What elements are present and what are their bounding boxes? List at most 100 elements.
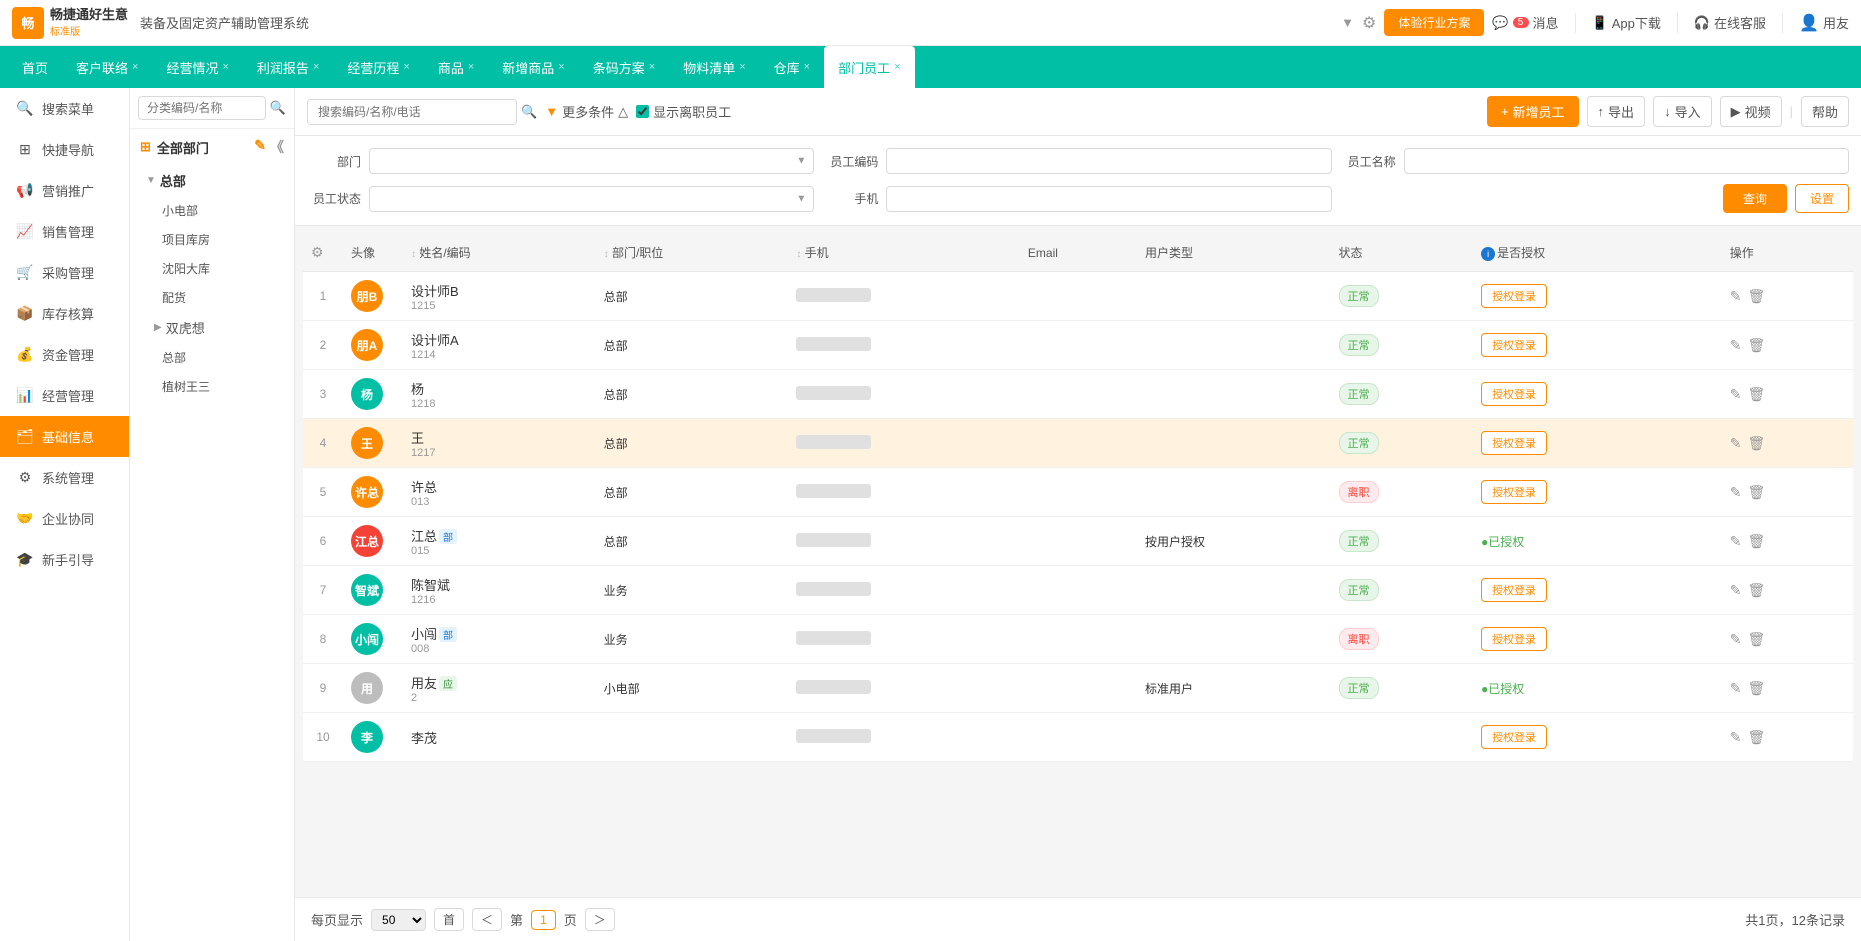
service-action[interactable]: 🎧 在线客服 (1694, 13, 1766, 32)
tab-home[interactable]: 首页 (8, 46, 62, 88)
delete-button[interactable]: 🗑 (1748, 729, 1766, 746)
delete-button[interactable]: 🗑 (1748, 435, 1766, 452)
first-page-btn[interactable]: 首 (434, 908, 464, 931)
close-icon[interactable]: × (894, 61, 900, 73)
sidebar-item-sales[interactable]: 📈 销售管理 (0, 211, 129, 252)
delete-button[interactable]: 🗑 (1748, 484, 1766, 501)
tab-profit[interactable]: 利润报告× (243, 46, 333, 88)
dept-select[interactable] (369, 148, 814, 174)
edit-button[interactable]: ✎ (1730, 484, 1742, 501)
system-dropdown-icon[interactable]: ▼ (1341, 15, 1354, 30)
edit-button[interactable]: ✎ (1730, 631, 1742, 648)
close-icon[interactable]: × (649, 61, 655, 73)
sidebar-item-search[interactable]: 🔍 搜索菜单 (0, 88, 129, 129)
dept-node-peihuo[interactable]: 配货 (130, 283, 294, 312)
tab-customer[interactable]: 客户联络× (62, 46, 152, 88)
export-button[interactable]: ↑ 导出 (1587, 96, 1646, 127)
phone-sort-icon[interactable]: ↕ (796, 249, 801, 260)
per-page-select[interactable]: 50 100 200 (371, 909, 426, 931)
sidebar-item-system[interactable]: ⚙ 系统管理 (0, 457, 129, 498)
tab-employees[interactable]: 部门员工× (824, 46, 914, 88)
search-input[interactable] (307, 99, 517, 125)
dept-header[interactable]: ⊞ 全部部门 ✎ 《 (130, 129, 294, 165)
tab-add-goods[interactable]: 新增商品× (488, 46, 578, 88)
auth-button[interactable]: 授权登录 (1481, 627, 1547, 651)
tab-warehouse[interactable]: 仓库× (760, 46, 824, 88)
table-settings-icon[interactable]: ⚙ (311, 244, 324, 260)
message-action[interactable]: 💬 5 消息 (1492, 13, 1558, 32)
delete-button[interactable]: 🗑 (1748, 288, 1766, 305)
dept-node-label[interactable]: 总部 (160, 171, 186, 190)
emp-name-input[interactable] (1404, 148, 1849, 174)
tab-goods[interactable]: 商品× (424, 46, 488, 88)
close-icon[interactable]: × (739, 61, 745, 73)
edit-button[interactable]: ✎ (1730, 582, 1742, 599)
auth-button[interactable]: 授权登录 (1481, 725, 1547, 749)
sidebar-item-nav[interactable]: ⊞ 快捷导航 (0, 129, 129, 170)
edit-button[interactable]: ✎ (1730, 386, 1742, 403)
search-icon[interactable]: 🔍 (521, 104, 537, 120)
edit-button[interactable]: ✎ (1730, 337, 1742, 354)
auth-button[interactable]: 授权登录 (1481, 480, 1547, 504)
sidebar-item-finance[interactable]: 💰 资金管理 (0, 334, 129, 375)
close-icon[interactable]: × (132, 61, 138, 73)
dept-search-input[interactable] (138, 96, 266, 120)
delete-button[interactable]: 🗑 (1748, 337, 1766, 354)
auth-button[interactable]: 授权登录 (1481, 284, 1547, 308)
edit-button[interactable]: ✎ (1730, 435, 1742, 452)
sidebar-item-inventory[interactable]: 📦 库存核算 (0, 293, 129, 334)
edit-button[interactable]: ✎ (1730, 533, 1742, 550)
next-page-btn[interactable]: ＞ (585, 908, 615, 931)
show-resigned-input[interactable] (636, 105, 649, 118)
dept-add-icon[interactable]: ✎ (254, 137, 266, 157)
status-select[interactable] (369, 186, 814, 212)
dept-search-icon[interactable]: 🔍 (270, 100, 286, 116)
auth-button[interactable]: 授权登录 (1481, 382, 1547, 406)
delete-button[interactable]: 🗑 (1748, 631, 1766, 648)
close-icon[interactable]: × (468, 61, 474, 73)
dept-node-xiaodian[interactable]: 小电部 (130, 196, 294, 225)
show-resigned-checkbox[interactable]: 显示离职员工 (636, 102, 731, 121)
auth-button[interactable]: 授权登录 (1481, 333, 1547, 357)
dept-sort-icon[interactable]: ↕ (604, 249, 609, 260)
edit-button[interactable]: ✎ (1730, 680, 1742, 697)
sidebar-item-guide[interactable]: 🎓 新手引导 (0, 539, 129, 580)
prev-page-btn[interactable]: ＜ (472, 908, 502, 931)
app-download-action[interactable]: 📱 App下载 (1592, 13, 1661, 32)
phone-input[interactable] (886, 186, 1331, 212)
delete-button[interactable]: 🗑 (1748, 680, 1766, 697)
edit-button[interactable]: ✎ (1730, 288, 1742, 305)
dept-collapse-icon[interactable]: 《 (270, 137, 284, 157)
tab-barcode[interactable]: 条码方案× (579, 46, 669, 88)
more-conditions-btn[interactable]: ▼ 更多条件 △ (545, 102, 628, 121)
video-button[interactable]: ▶ 视频 (1720, 96, 1782, 127)
close-icon[interactable]: × (403, 61, 409, 73)
settings-icon[interactable]: ⚙ (1362, 13, 1376, 33)
close-icon[interactable]: × (804, 61, 810, 73)
trial-button[interactable]: 体验行业方案 (1384, 9, 1484, 36)
search-button[interactable]: 查询 (1723, 184, 1787, 213)
name-sort-icon[interactable]: ↕ (411, 249, 416, 260)
delete-button[interactable]: 🗑 (1748, 582, 1766, 599)
tab-journey[interactable]: 经营历程× (333, 46, 423, 88)
sidebar-item-business[interactable]: 📊 经营管理 (0, 375, 129, 416)
help-button[interactable]: 帮助 (1801, 96, 1849, 127)
auth-button[interactable]: 授权登录 (1481, 431, 1547, 455)
add-employee-button[interactable]: + 新增员工 (1487, 96, 1579, 127)
close-icon[interactable]: × (222, 61, 228, 73)
auth-button[interactable]: 授权登录 (1481, 578, 1547, 602)
dept-node-zongbu2[interactable]: 总部 (130, 343, 294, 372)
expand-icon[interactable]: ▶ (154, 322, 162, 333)
reset-button[interactable]: 设置 (1795, 184, 1849, 213)
emp-code-input[interactable] (886, 148, 1331, 174)
close-icon[interactable]: × (558, 61, 564, 73)
sidebar-item-purchase[interactable]: 🛒 采购管理 (0, 252, 129, 293)
delete-button[interactable]: 🗑 (1748, 533, 1766, 550)
dept-node-shuanghu[interactable]: ▶ 双虎想 (130, 312, 294, 343)
dept-node-project[interactable]: 项目库房 (130, 225, 294, 254)
sidebar-item-marketing[interactable]: 📢 营销推广 (0, 170, 129, 211)
close-icon[interactable]: × (313, 61, 319, 73)
expand-icon[interactable]: ▼ (146, 175, 156, 186)
import-button[interactable]: ↓ 导入 (1653, 96, 1712, 127)
dept-node-zhishu[interactable]: 植树王三 (130, 372, 294, 401)
